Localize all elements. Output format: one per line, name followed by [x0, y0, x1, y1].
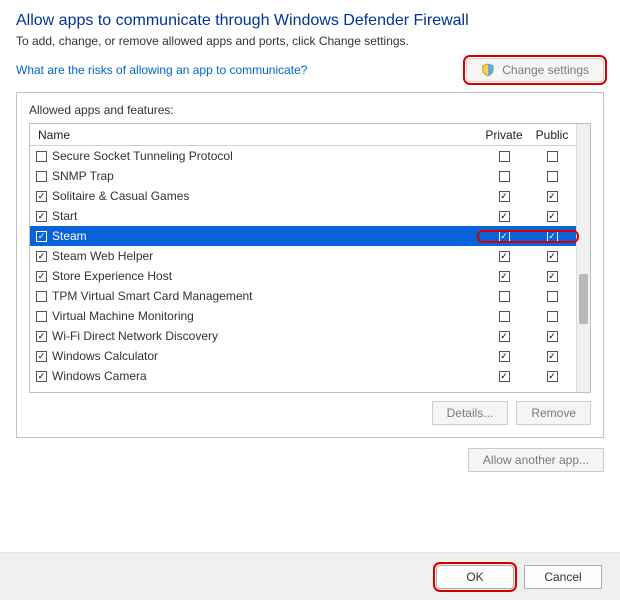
cancel-button[interactable]: Cancel [524, 565, 602, 589]
details-button[interactable]: Details... [432, 401, 509, 425]
app-name-label: Secure Socket Tunneling Protocol [52, 149, 233, 163]
public-checkbox[interactable] [547, 231, 558, 242]
private-checkbox[interactable] [499, 151, 510, 162]
risks-link[interactable]: What are the risks of allowing an app to… [16, 63, 307, 77]
table-row[interactable]: Store Experience Host [30, 266, 576, 286]
app-name-label: Windows Camera [52, 369, 147, 383]
table-row[interactable]: TPM Virtual Smart Card Management [30, 286, 576, 306]
page-title: Allow apps to communicate through Window… [16, 12, 604, 30]
private-checkbox[interactable] [499, 191, 510, 202]
table-row[interactable]: Secure Socket Tunneling Protocol [30, 146, 576, 166]
table-row[interactable]: Windows Camera [30, 366, 576, 386]
private-checkbox[interactable] [499, 171, 510, 182]
public-checkbox[interactable] [547, 151, 558, 162]
public-checkbox[interactable] [547, 211, 558, 222]
table-row[interactable]: Virtual Machine Monitoring [30, 306, 576, 326]
enable-checkbox[interactable] [36, 211, 47, 222]
enable-checkbox[interactable] [36, 171, 47, 182]
private-checkbox[interactable] [499, 351, 510, 362]
app-name-label: SNMP Trap [52, 169, 114, 183]
change-settings-button[interactable]: Change settings [466, 58, 604, 82]
allow-another-app-button[interactable]: Allow another app... [468, 448, 604, 472]
app-name-label: Start [52, 209, 77, 223]
app-name-label: Steam Web Helper [52, 249, 153, 263]
app-name-label: Virtual Machine Monitoring [52, 309, 194, 323]
table-row[interactable]: Windows Calculator [30, 346, 576, 366]
public-checkbox[interactable] [547, 311, 558, 322]
ok-button[interactable]: OK [436, 565, 514, 589]
private-checkbox[interactable] [499, 271, 510, 282]
enable-checkbox[interactable] [36, 311, 47, 322]
enable-checkbox[interactable] [36, 151, 47, 162]
private-checkbox[interactable] [499, 211, 510, 222]
app-name-label: Wi-Fi Direct Network Discovery [52, 329, 218, 343]
public-checkbox[interactable] [547, 251, 558, 262]
remove-button[interactable]: Remove [516, 401, 591, 425]
enable-checkbox[interactable] [36, 251, 47, 262]
private-checkbox[interactable] [499, 331, 510, 342]
table-row[interactable]: Steam [30, 226, 576, 246]
public-checkbox[interactable] [547, 331, 558, 342]
table-row[interactable]: Start [30, 206, 576, 226]
table-row[interactable]: Wi-Fi Direct Network Discovery [30, 326, 576, 346]
public-checkbox[interactable] [547, 291, 558, 302]
scrollbar-thumb[interactable] [579, 274, 588, 324]
enable-checkbox[interactable] [36, 191, 47, 202]
app-name-label: Windows Calculator [52, 349, 158, 363]
public-checkbox[interactable] [547, 271, 558, 282]
app-name-label: TPM Virtual Smart Card Management [52, 289, 253, 303]
private-checkbox[interactable] [499, 251, 510, 262]
private-checkbox[interactable] [499, 311, 510, 322]
table-row[interactable]: SNMP Trap [30, 166, 576, 186]
dialog-button-bar: OK Cancel [0, 552, 620, 600]
public-checkbox[interactable] [547, 171, 558, 182]
col-header-private[interactable]: Private [480, 128, 528, 142]
scrollbar-vertical[interactable] [576, 124, 590, 392]
public-checkbox[interactable] [547, 371, 558, 382]
table-row[interactable]: Solitaire & Casual Games [30, 186, 576, 206]
public-checkbox[interactable] [547, 351, 558, 362]
public-checkbox[interactable] [547, 191, 558, 202]
shield-icon [481, 63, 495, 77]
enable-checkbox[interactable] [36, 331, 47, 342]
private-checkbox[interactable] [499, 291, 510, 302]
table-row[interactable]: Steam Web Helper [30, 246, 576, 266]
app-name-label: Store Experience Host [52, 269, 172, 283]
change-settings-label: Change settings [502, 63, 589, 77]
enable-checkbox[interactable] [36, 231, 47, 242]
app-name-label: Solitaire & Casual Games [52, 189, 189, 203]
col-header-public[interactable]: Public [528, 128, 576, 142]
private-checkbox[interactable] [499, 371, 510, 382]
grid-header: Name Private Public [30, 124, 576, 146]
allowed-apps-panel: Allowed apps and features: Name Private … [16, 92, 604, 438]
page-subtitle: To add, change, or remove allowed apps a… [16, 34, 604, 48]
private-checkbox[interactable] [499, 231, 510, 242]
enable-checkbox[interactable] [36, 371, 47, 382]
col-header-name[interactable]: Name [30, 128, 480, 142]
panel-label: Allowed apps and features: [29, 103, 591, 117]
app-name-label: Steam [52, 229, 87, 243]
enable-checkbox[interactable] [36, 351, 47, 362]
enable-checkbox[interactable] [36, 291, 47, 302]
enable-checkbox[interactable] [36, 271, 47, 282]
apps-grid: Name Private Public Secure Socket Tunnel… [29, 123, 591, 393]
